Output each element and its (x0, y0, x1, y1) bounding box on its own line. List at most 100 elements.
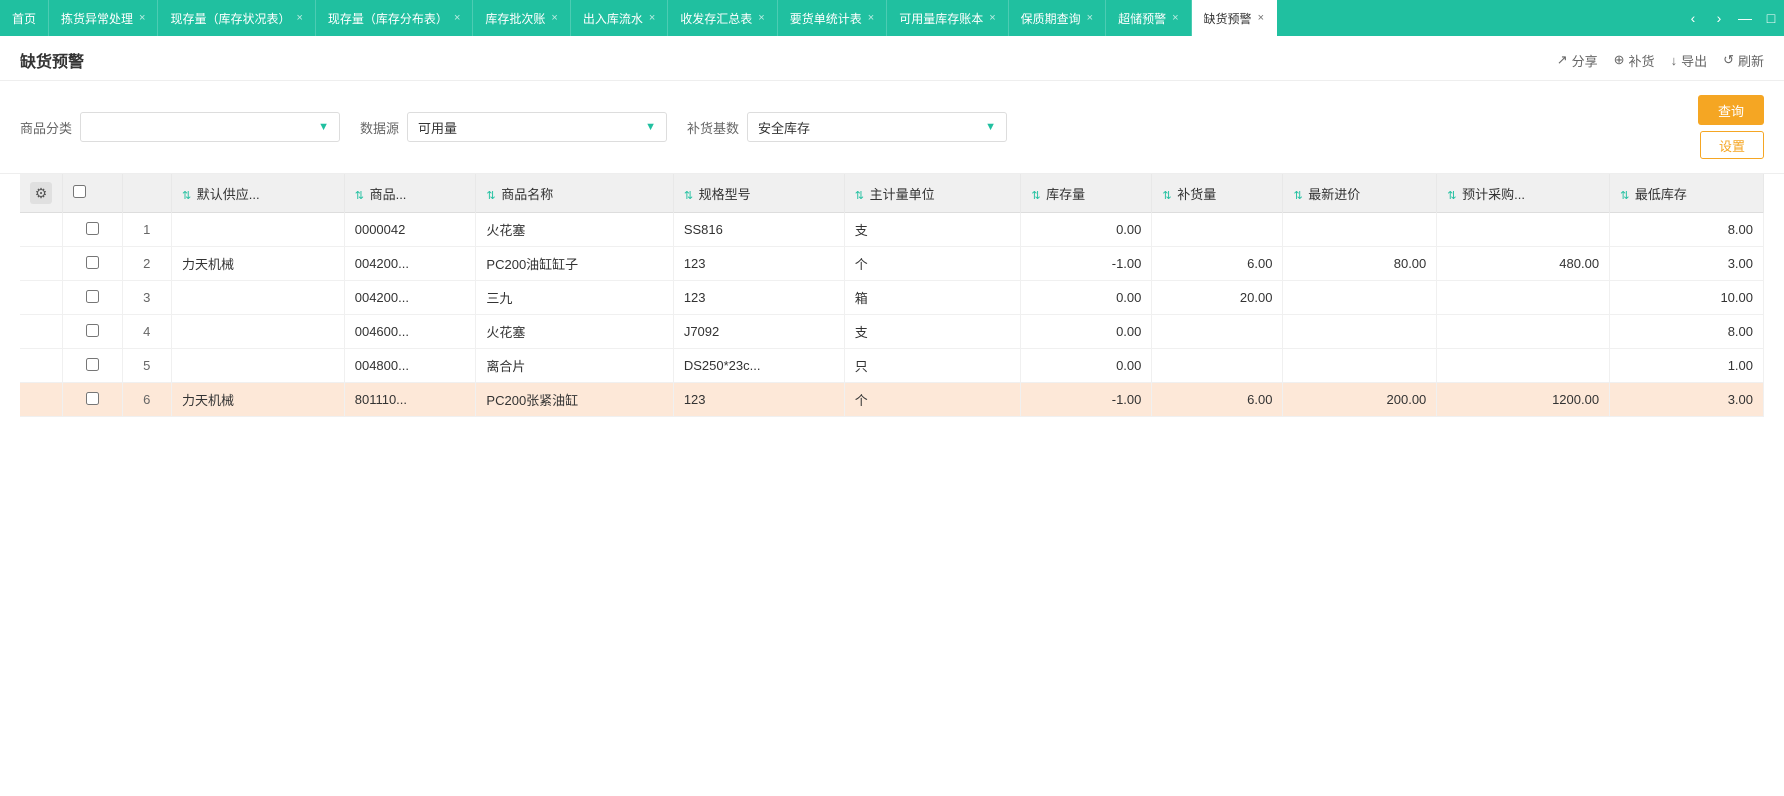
row-checkbox-cell[interactable] (63, 349, 123, 383)
tab-close-inventory-dist[interactable]: × (454, 12, 460, 24)
datasource-select[interactable]: 可用量 ▼ (407, 112, 667, 142)
row-checkbox-cell[interactable] (63, 281, 123, 315)
replenish-icon: ⊕ (1614, 52, 1625, 68)
row-checkbox[interactable] (86, 222, 99, 235)
settings-button[interactable]: 设置 (1700, 131, 1764, 159)
tab-in-out-flow[interactable]: 出入库流水 × (571, 0, 668, 36)
filter-area: 商品分类 ▼ 数据源 可用量 ▼ 补货基数 安全库存 ▼ 查询 设置 (0, 81, 1784, 174)
tab-close-order-stats[interactable]: × (868, 12, 874, 24)
tab-prev-btn[interactable]: ‹ (1680, 0, 1706, 36)
tab-close-receive-summary[interactable]: × (758, 12, 764, 24)
tab-shortage[interactable]: 缺货预警 × (1192, 0, 1277, 36)
tab-receive-summary[interactable]: 收发存汇总表 × (668, 0, 777, 36)
row-latest-price-cell (1283, 349, 1437, 383)
tab-expiry-query[interactable]: 保质期查询 × (1009, 0, 1106, 36)
col-checkbox (63, 174, 123, 213)
header-actions: ↗ 分享 ⊕ 补货 ↓ 导出 ↺ 刷新 (1557, 51, 1764, 70)
col-replenish[interactable]: ⇅ 补货量 (1152, 174, 1283, 213)
row-settings-cell (20, 281, 63, 315)
row-min-stock-cell: 8.00 (1610, 213, 1764, 247)
tab-inventory-batch[interactable]: 库存批次账 × (473, 0, 570, 36)
table-row: 5 004800... 离合片 DS250*23c... 只 0.00 1.00 (20, 349, 1764, 383)
row-spec-cell: 123 (673, 247, 844, 281)
datasource-label: 数据源 (360, 118, 399, 137)
window-maximize-btn[interactable]: □ (1758, 0, 1784, 36)
replenish-base-filter-group: 补货基数 安全库存 ▼ (687, 112, 1007, 142)
row-unit-cell: 支 (844, 315, 1021, 349)
window-minimize-btn[interactable]: — (1732, 0, 1758, 36)
row-stock-cell: -1.00 (1021, 247, 1152, 281)
row-settings-cell (20, 213, 63, 247)
refresh-button[interactable]: ↺ 刷新 (1723, 51, 1764, 70)
row-min-stock-cell: 8.00 (1610, 315, 1764, 349)
col-est-purchase[interactable]: ⇅ 预计采购... (1437, 174, 1610, 213)
col-name[interactable]: ⇅ 商品名称 (476, 174, 673, 213)
tab-close-overstock[interactable]: × (1172, 12, 1178, 24)
tab-close-inventory-status[interactable]: × (296, 12, 302, 24)
replenish-button[interactable]: ⊕ 补货 (1614, 51, 1655, 70)
row-checkbox[interactable] (86, 324, 99, 337)
col-code[interactable]: ⇅ 商品... (344, 174, 476, 213)
query-button[interactable]: 查询 (1698, 95, 1764, 125)
row-spec-cell: 123 (673, 281, 844, 315)
row-code-cell: 004200... (344, 281, 476, 315)
row-checkbox-cell[interactable] (63, 383, 123, 417)
row-checkbox[interactable] (86, 290, 99, 303)
row-settings-cell (20, 315, 63, 349)
row-replenish-cell: 6.00 (1152, 383, 1283, 417)
col-stock[interactable]: ⇅ 库存量 (1021, 174, 1152, 213)
row-checkbox-cell[interactable] (63, 213, 123, 247)
col-settings[interactable]: ⚙ (20, 174, 63, 213)
row-min-stock-cell: 10.00 (1610, 281, 1764, 315)
table-header-row: ⚙ ⇅ 默认供应... ⇅ 商品... ⇅ (20, 174, 1764, 213)
row-checkbox-cell[interactable] (63, 247, 123, 281)
tab-order-stats[interactable]: 要货单统计表 × (778, 0, 887, 36)
row-checkbox[interactable] (86, 392, 99, 405)
tab-inventory-dist[interactable]: 现存量（库存分布表） × (316, 0, 473, 36)
tab-close-available-ledger[interactable]: × (989, 12, 995, 24)
row-code-cell: 004200... (344, 247, 476, 281)
share-icon: ↗ (1557, 52, 1568, 68)
replenish-base-select[interactable]: 安全库存 ▼ (747, 112, 1007, 142)
row-latest-price-cell (1283, 281, 1437, 315)
tab-close-expiry-query[interactable]: × (1087, 12, 1093, 24)
row-num-cell: 3 (122, 281, 171, 315)
tab-close-abnormal[interactable]: × (139, 12, 145, 24)
row-checkbox[interactable] (86, 358, 99, 371)
col-latest-price[interactable]: ⇅ 最新进价 (1283, 174, 1437, 213)
tab-next-btn[interactable]: › (1706, 0, 1732, 36)
col-supplier[interactable]: ⇅ 默认供应... (171, 174, 344, 213)
col-unit[interactable]: ⇅ 主计量单位 (844, 174, 1021, 213)
data-table: ⚙ ⇅ 默认供应... ⇅ 商品... ⇅ (20, 174, 1764, 417)
column-settings-icon[interactable]: ⚙ (30, 182, 52, 204)
replenish-base-label: 补货基数 (687, 118, 739, 137)
row-settings-cell (20, 247, 63, 281)
page-header: 缺货预警 ↗ 分享 ⊕ 补货 ↓ 导出 ↺ 刷新 (0, 36, 1784, 81)
col-min-stock[interactable]: ⇅ 最低库存 (1610, 174, 1764, 213)
row-checkbox[interactable] (86, 256, 99, 269)
row-stock-cell: -1.00 (1021, 383, 1152, 417)
tab-close-inventory-batch[interactable]: × (551, 12, 557, 24)
tab-home[interactable]: 首页 (0, 0, 49, 36)
col-spec[interactable]: ⇅ 规格型号 (673, 174, 844, 213)
tab-overstock[interactable]: 超储预警 × (1106, 0, 1191, 36)
select-all-checkbox[interactable] (73, 185, 86, 198)
tab-close-in-out-flow[interactable]: × (649, 12, 655, 24)
export-button[interactable]: ↓ 导出 (1671, 51, 1708, 70)
row-replenish-cell: 6.00 (1152, 247, 1283, 281)
tab-inventory-status[interactable]: 现存量（库存状况表） × (158, 0, 315, 36)
row-est-purchase-cell: 1200.00 (1437, 383, 1610, 417)
row-code-cell: 0000042 (344, 213, 476, 247)
tab-close-shortage[interactable]: × (1258, 12, 1264, 24)
tab-available-ledger[interactable]: 可用量库存账本 × (887, 0, 1008, 36)
row-num-cell: 5 (122, 349, 171, 383)
row-supplier-cell (171, 281, 344, 315)
row-checkbox-cell[interactable] (63, 315, 123, 349)
tab-abnormal[interactable]: 拣货异常处理 × (49, 0, 158, 36)
category-select[interactable]: ▼ (80, 112, 340, 142)
row-min-stock-cell: 3.00 (1610, 383, 1764, 417)
row-supplier-cell: 力天机械 (171, 383, 344, 417)
row-num-cell: 6 (122, 383, 171, 417)
share-button[interactable]: ↗ 分享 (1557, 51, 1598, 70)
row-replenish-cell: 20.00 (1152, 281, 1283, 315)
